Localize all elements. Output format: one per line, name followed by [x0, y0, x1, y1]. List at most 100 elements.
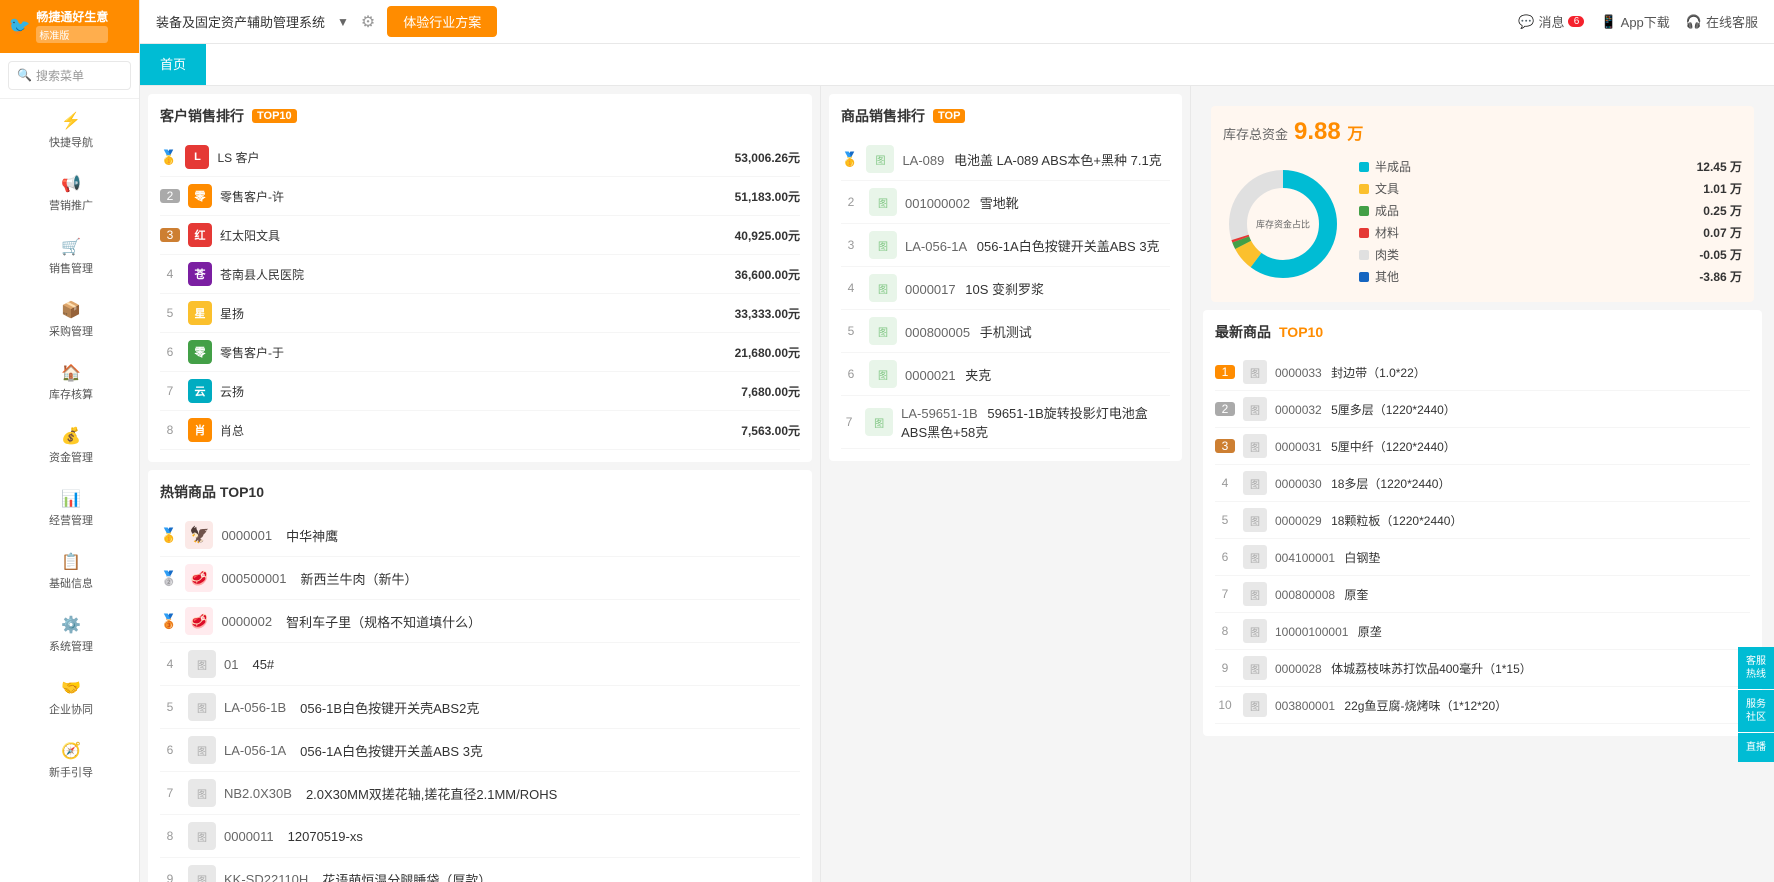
newest-img-6: 图	[1243, 545, 1267, 569]
right-panel: 库存总资金 9.88 万	[1190, 86, 1774, 882]
message-button[interactable]: 💬 消息 6	[1518, 12, 1584, 31]
product-rank-list: 🥇 图 LA-089 电池盖 LA-089 ABS本色+黑种 7.1克 2 图 …	[841, 138, 1170, 449]
logo-icon: 🐦	[8, 16, 30, 37]
newest-item: 6 图 004100001 白钢垫	[1215, 539, 1750, 576]
customer-avatar-5: 星	[188, 301, 212, 325]
rank-item: 2 零 零售客户-许 51,183.00元	[160, 177, 800, 216]
newest-img-7: 图	[1243, 582, 1267, 606]
legend-dot-semi	[1359, 162, 1369, 172]
sidebar-item-finance[interactable]: 💰 资金管理	[0, 414, 139, 477]
online-service-button[interactable]: 🎧 在线客服	[1686, 12, 1758, 31]
newest-top10-label: TOP10	[1279, 324, 1323, 340]
sidebar-item-sales[interactable]: 🛒 销售管理	[0, 225, 139, 288]
customer-avatar-2: 零	[188, 184, 212, 208]
product-ranking-panel: 商品销售排行 TOP 🥇 图 LA-089 电池盖 LA-089 ABS本色+黑…	[829, 94, 1182, 461]
newest-rank-4: 4	[1215, 476, 1235, 490]
donut-chart-container: 库存资金占比 半成品 12.45 万 文具 1.01 万	[1223, 158, 1742, 290]
rank-num-8: 8	[160, 423, 180, 437]
sidebar-item-basics[interactable]: 📋 基础信息	[0, 540, 139, 603]
mid-product-item: 4 图 0000017 10S 变刹罗浆	[841, 267, 1170, 310]
newest-rank-10: 10	[1215, 698, 1235, 712]
medal-1-icon: 🥇	[160, 149, 177, 166]
newest-rank-8: 8	[1215, 624, 1235, 638]
sidebar-item-purchase[interactable]: 📦 采购管理	[0, 288, 139, 351]
hot-products-title: 热销商品 TOP10	[160, 482, 800, 502]
mid-rank-6: 6	[841, 367, 861, 381]
sales-icon: 🛒	[61, 237, 81, 257]
settings-icon[interactable]: ⚙	[361, 12, 375, 32]
sidebar-item-enterprise[interactable]: 🤝 企业协同	[0, 666, 139, 729]
newest-info-10: 003800001 22g鱼豆腐-烧烤味（1*12*20）	[1275, 697, 1750, 714]
marketing-icon: 📢	[61, 174, 81, 194]
mid-product-img-3: 图	[869, 231, 897, 259]
tab-home[interactable]: 首页	[140, 44, 206, 85]
newest-img-9: 图	[1243, 656, 1267, 680]
hot-product-item: 6 图 LA-056-1A 056-1A白色按键开关盖ABS 3克	[160, 729, 800, 772]
inventory-summary: 库存总资金 9.88 万	[1211, 106, 1754, 302]
hot-medal-1: 🥇	[160, 527, 177, 544]
newest-products-panel: 最新商品 TOP10 1 图 0000033 封边带（1.0*22） 2	[1203, 310, 1762, 736]
message-badge: 6	[1568, 16, 1584, 27]
system-dropdown[interactable]: ▼	[337, 15, 349, 29]
newest-img-8: 图	[1243, 619, 1267, 643]
trial-button[interactable]: 体验行业方案	[387, 6, 497, 37]
rank-item: 4 苍 苍南县人民医院 36,600.00元	[160, 255, 800, 294]
rank-num-6: 6	[160, 345, 180, 359]
product-img-2: 🥩	[185, 564, 213, 592]
newest-info-7: 000800008 原奎	[1275, 586, 1750, 603]
rank-item: 8 肖 肖总 7,563.00元	[160, 411, 800, 450]
product-img-5: 图	[188, 693, 216, 721]
sidebar-item-marketing[interactable]: 📢 营销推广	[0, 162, 139, 225]
mid-rank-3: 3	[841, 238, 861, 252]
legend-dot-material	[1359, 228, 1369, 238]
mid-rank-7: 7	[841, 415, 857, 429]
newest-info-8: 10000100001 原垄	[1275, 623, 1750, 640]
sidebar-item-guide[interactable]: 🧭 新手引导	[0, 729, 139, 792]
hot-product-item: 5 图 LA-056-1B 056-1B白色按键开关壳ABS2克	[160, 686, 800, 729]
mid-rank-2: 2	[841, 195, 861, 209]
hot-rank-4: 4	[160, 657, 180, 671]
ranking-badge: TOP10	[252, 109, 297, 123]
sidebar-item-inventory[interactable]: 🏠 库存核算	[0, 351, 139, 414]
donut-chart: 库存资金占比	[1223, 164, 1343, 284]
customer-rank-list: 🥇 L LS 客户 53,006.26元 2 零 零售客户-许 51,183.0…	[160, 138, 800, 450]
newest-rank-9: 9	[1215, 661, 1235, 675]
operations-icon: 📊	[61, 489, 81, 509]
sidebar-item-system[interactable]: ⚙️ 系统管理	[0, 603, 139, 666]
search-menu-button[interactable]: 🔍 搜索菜单	[8, 61, 131, 90]
logo-badge: 标准版	[36, 26, 108, 43]
legend-item-material: 材料 0.07 万	[1359, 224, 1742, 241]
product-img-1: 🦅	[185, 521, 213, 549]
newest-item: 2 图 0000032 5厘多层（1220*2440）	[1215, 391, 1750, 428]
sidebar: 🐦 畅捷通好生意 标准版 🔍 搜索菜单 ⚡ 快捷导航 📢 营销推广 🛒 销售管理…	[0, 0, 140, 882]
sidebar-item-quick-nav[interactable]: ⚡ 快捷导航	[0, 99, 139, 162]
hot-rank-7: 7	[160, 786, 180, 800]
newest-rank-1: 1	[1215, 365, 1235, 379]
rank-item: 3 红 红太阳文具 40,925.00元	[160, 216, 800, 255]
newest-products-list: 1 图 0000033 封边带（1.0*22） 2 图 0000032 5厘多层…	[1215, 354, 1750, 724]
purchase-icon: 📦	[61, 300, 81, 320]
sidebar-item-operations[interactable]: 📊 经营管理	[0, 477, 139, 540]
legend-item-product: 成品 0.25 万	[1359, 202, 1742, 219]
middle-panel: 商品销售排行 TOP 🥇 图 LA-089 电池盖 LA-089 ABS本色+黑…	[820, 86, 1190, 882]
newest-rank-6: 6	[1215, 550, 1235, 564]
customer-service-button[interactable]: 客服热线	[1738, 647, 1774, 689]
hot-rank-6: 6	[160, 743, 180, 757]
newest-item: 1 图 0000033 封边带（1.0*22）	[1215, 354, 1750, 391]
newest-info-2: 0000032 5厘多层（1220*2440）	[1275, 401, 1750, 418]
legend-dot-other	[1359, 272, 1369, 282]
customer-avatar-4: 苍	[188, 262, 212, 286]
sidebar-logo[interactable]: 🐦 畅捷通好生意 标准版	[0, 0, 139, 53]
mid-product-img-7: 图	[865, 408, 893, 436]
app-download-button[interactable]: 📱 App下载	[1600, 12, 1669, 31]
mid-product-img-5: 图	[869, 317, 897, 345]
donut-legend: 半成品 12.45 万 文具 1.01 万 成品 0.25 万	[1359, 158, 1742, 290]
newest-img-4: 图	[1243, 471, 1267, 495]
product-img-3: 🥩	[185, 607, 213, 635]
live-stream-button[interactable]: 直播	[1738, 733, 1774, 762]
hot-product-item: 🥉 🥩 0000002 智利车子里（规格不知道填什么）	[160, 600, 800, 643]
topbar-right: 💬 消息 6 📱 App下载 🎧 在线客服	[1518, 12, 1758, 31]
basics-icon: 📋	[61, 552, 81, 572]
enterprise-icon: 🤝	[61, 678, 81, 698]
service-community-button[interactable]: 服务社区	[1738, 690, 1774, 732]
